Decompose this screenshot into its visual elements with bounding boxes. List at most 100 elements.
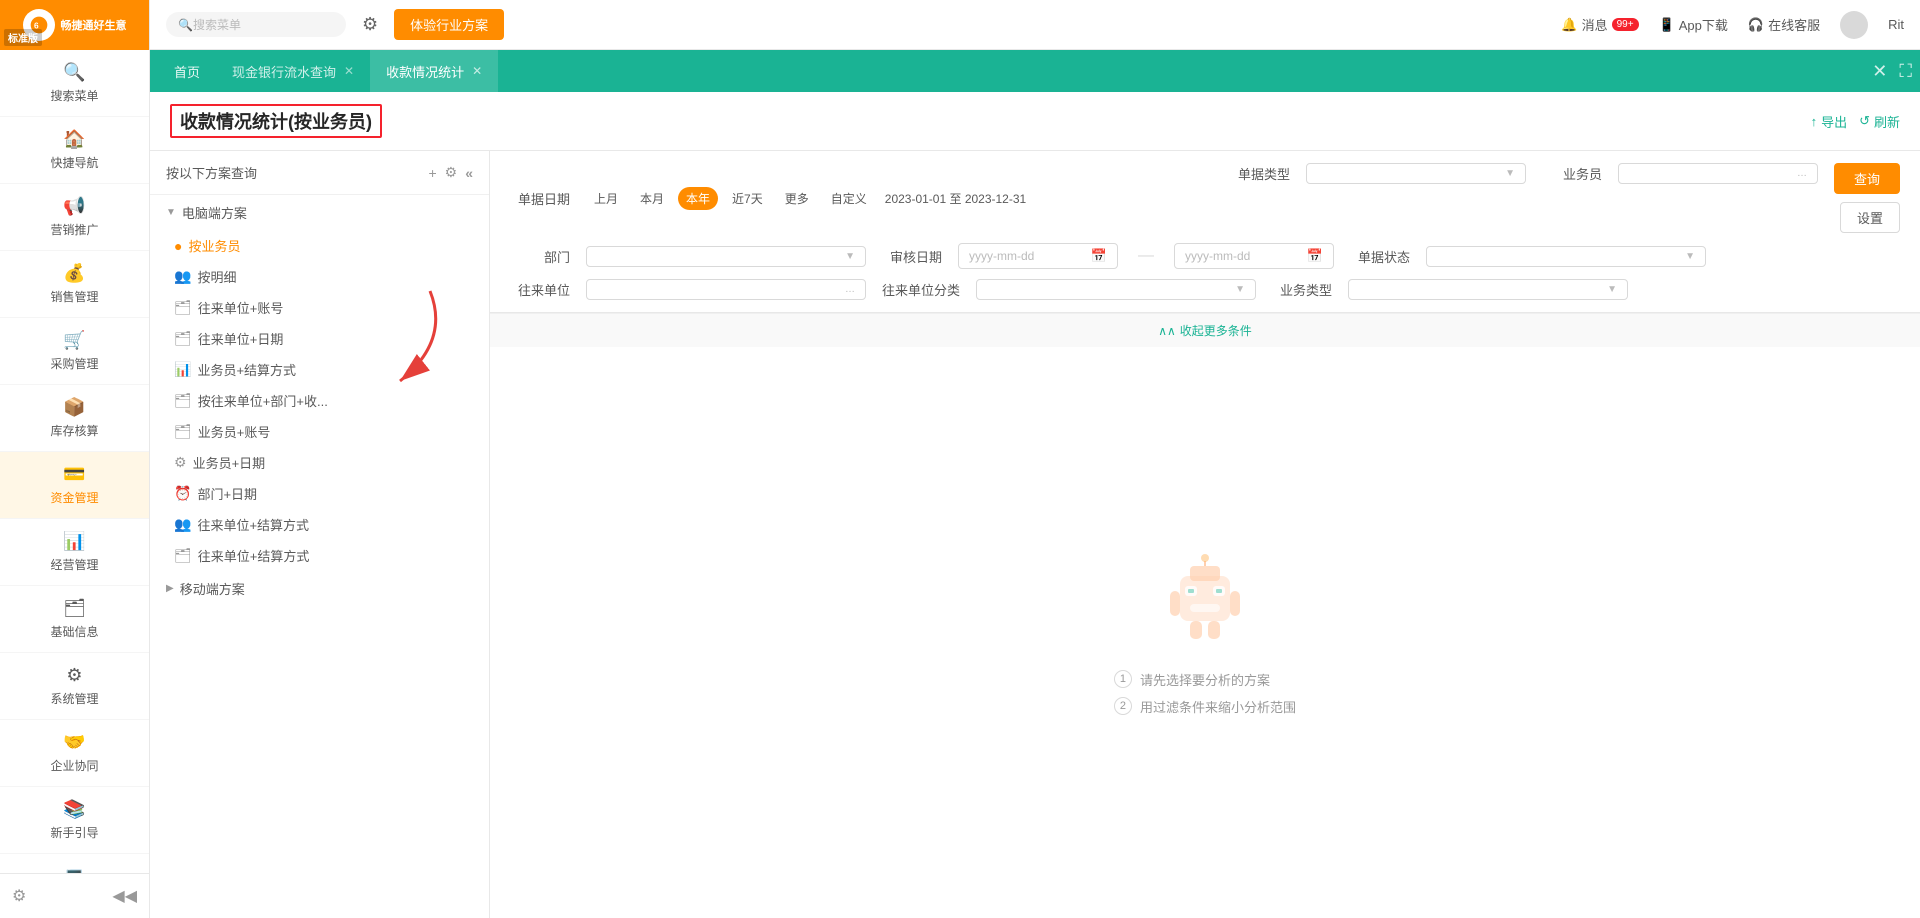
collapse-bar[interactable]: ∧∧ 收起更多条件: [490, 313, 1920, 347]
detail-icon: 👥: [174, 268, 191, 285]
scheme-item-salesperson-date[interactable]: ⚙ 业务员+日期: [150, 447, 489, 478]
scheme-item-salesperson-settle[interactable]: 📊 业务员+结算方式: [150, 354, 489, 385]
settings-btn[interactable]: 设置: [1840, 202, 1900, 233]
review-date-end[interactable]: yyyy-mm-dd 📅: [1174, 243, 1334, 269]
empty-step-1: 1 请先选择要分析的方案: [1114, 666, 1296, 693]
sidebar-item-quicknav[interactable]: 🏠 快捷导航: [0, 117, 149, 184]
status-select[interactable]: ▼: [1426, 246, 1706, 267]
scheme-item-partner-account[interactable]: 🗂 往来单位+账号: [150, 292, 489, 323]
sidebar-item-system[interactable]: ⚙ 系统管理: [0, 653, 149, 720]
user-avatar[interactable]: [1840, 11, 1868, 39]
calendar-icon-2: 📅: [1307, 248, 1323, 264]
trial-btn[interactable]: 体验行业方案: [394, 9, 504, 40]
sidebar-item-finance[interactable]: 💳 资金管理: [0, 452, 149, 519]
scheme-add-btn[interactable]: +: [428, 165, 436, 181]
online-service-btn[interactable]: 🎧 在线客服: [1748, 15, 1820, 34]
desktop-scheme-label: 电脑端方案: [182, 203, 247, 222]
date-dash: —: [1134, 247, 1158, 265]
date-tab-more[interactable]: 更多: [777, 187, 817, 210]
sidebar-collapse-btn[interactable]: ◀◀: [112, 886, 137, 906]
topbar-search-bar[interactable]: 🔍 搜索菜单: [166, 12, 346, 37]
date-label: 单据日期: [510, 189, 570, 208]
mobile-scheme-header[interactable]: ▶ 移动端方案: [150, 571, 489, 606]
sidebar-item-inventory[interactable]: 📦 库存核算: [0, 385, 149, 452]
scheme-item-partner-date[interactable]: 🗂 往来单位+日期: [150, 323, 489, 354]
partner-label: 往来单位: [510, 280, 570, 299]
date-tab-last-month[interactable]: 上月: [586, 187, 626, 210]
sidebar-item-inventory-label: 库存核算: [50, 422, 98, 439]
scheme-item-partner-dept[interactable]: 🗂 按往来单位+部门+收...: [150, 385, 489, 416]
scheme-item-partner-settle1-label: 往来单位+结算方式: [197, 515, 309, 534]
tab-receipts-label: 收款情况统计: [386, 62, 464, 81]
tab-receipts-close[interactable]: ✕: [472, 64, 482, 78]
tab-home[interactable]: 首页: [158, 62, 216, 81]
sidebar-item-sales[interactable]: 💰 销售管理: [0, 251, 149, 318]
scheme-collapse-btn[interactable]: «: [465, 165, 473, 181]
partner-select[interactable]: …: [586, 279, 866, 300]
page-title: 收款情况统计(按业务员): [170, 104, 382, 138]
topbar-right: 🔔 消息 99+ 📱 App下载 🎧 在线客服 Rit: [1561, 11, 1904, 39]
date-tab-this-month[interactable]: 本月: [632, 187, 672, 210]
sidebar-item-search[interactable]: 🔍 搜索菜单: [0, 50, 149, 117]
salesperson-chevron: …: [1797, 168, 1807, 179]
topbar: 🔍 搜索菜单 ⚙ 体验行业方案 🔔 消息 99+ 📱 App下载 🎧 在线客服 …: [150, 0, 1920, 50]
sidebar-settings-btn[interactable]: ⚙: [12, 886, 26, 906]
status-label: 单据状态: [1350, 247, 1410, 266]
scheme-item-salesperson-label: 按业务员: [188, 236, 240, 255]
category-select[interactable]: ▼: [1306, 163, 1526, 184]
sidebar-item-marketing[interactable]: 📢 营销推广: [0, 184, 149, 251]
tab-window-close-btn[interactable]: ✕: [1872, 61, 1887, 82]
scheme-item-dept-date[interactable]: ⏰ 部门+日期: [150, 478, 489, 509]
partner-category-chevron: ▼: [1235, 284, 1245, 295]
scheme-item-salesperson[interactable]: ● 按业务员: [150, 230, 489, 261]
export-icon: ↑: [1811, 114, 1818, 129]
review-date-start[interactable]: yyyy-mm-dd 📅: [958, 243, 1118, 269]
tab-cashflow[interactable]: 现金银行流水查询 ✕: [216, 50, 370, 92]
sidebar-item-hardware[interactable]: 💻 智能硬件: [0, 854, 149, 873]
calendar-icon-1: 📅: [1091, 248, 1107, 264]
scheme-panel: 按以下方案查询 + ⚙ « ▼ 电脑端方案 ● 按业务员: [150, 151, 490, 918]
mobile-scheme-label: 移动端方案: [180, 579, 245, 598]
scheme-item-partner-settle2[interactable]: 🗂 往来单位+结算方式: [150, 540, 489, 571]
app-download-btn[interactable]: 📱 App下载: [1659, 15, 1728, 34]
salesperson-select[interactable]: …: [1618, 163, 1818, 184]
sidebar-item-basic[interactable]: 🗂 基础信息: [0, 586, 149, 653]
sidebar-item-purchase[interactable]: 🛒 采购管理: [0, 318, 149, 385]
sidebar-logo: 6 畅捷通好生意 标准版: [0, 0, 149, 50]
tab-receipts[interactable]: 收款情况统计 ✕: [370, 50, 498, 92]
bell-icon: 🔔: [1561, 17, 1577, 33]
user-name: Rit: [1888, 17, 1904, 32]
desktop-scheme-header[interactable]: ▼ 电脑端方案: [150, 195, 489, 230]
biz-type-select[interactable]: ▼: [1348, 279, 1628, 300]
partner-settle1-icon: 👥: [174, 516, 191, 533]
sidebar-item-search-label: 搜索菜单: [50, 87, 98, 104]
tab-maximize-btn[interactable]: ⛶: [1899, 61, 1912, 82]
sidebar-item-collab[interactable]: 🤝 企业协同: [0, 720, 149, 787]
date-tab-this-year[interactable]: 本年: [678, 187, 718, 210]
query-btn[interactable]: 查询: [1834, 163, 1900, 194]
sidebar-item-finance-label: 资金管理: [50, 489, 98, 506]
purchase-icon: 🛒: [63, 330, 85, 351]
scheme-actions: + ⚙ «: [428, 164, 473, 181]
tab-cashflow-close[interactable]: ✕: [344, 64, 354, 78]
scheme-item-partner-settle2-label: 往来单位+结算方式: [198, 546, 310, 565]
action-buttons: 查询 设置: [1834, 163, 1900, 233]
dept-select[interactable]: ▼: [586, 246, 866, 267]
export-btn[interactable]: ↑ 导出: [1811, 112, 1848, 131]
biz-type-chevron: ▼: [1607, 284, 1617, 295]
dept-label: 部门: [510, 247, 570, 266]
date-tab-custom[interactable]: 自定义: [823, 187, 875, 210]
partner-date-icon: 🗂: [174, 330, 192, 347]
scheme-item-partner-settle1[interactable]: 👥 往来单位+结算方式: [150, 509, 489, 540]
sidebar-item-ops[interactable]: 📊 经营管理: [0, 519, 149, 586]
date-tab-7days[interactable]: 近7天: [724, 187, 771, 210]
scheme-item-salesperson-date-label: 业务员+日期: [193, 453, 266, 472]
topbar-gear-icon[interactable]: ⚙: [362, 14, 378, 35]
refresh-btn[interactable]: ↺ 刷新: [1859, 112, 1900, 131]
sidebar-item-guide[interactable]: 📚 新手引导: [0, 787, 149, 854]
partner-category-select[interactable]: ▼: [976, 279, 1256, 300]
messages-btn[interactable]: 🔔 消息 99+: [1561, 15, 1638, 34]
scheme-settings-btn[interactable]: ⚙: [445, 164, 458, 181]
scheme-item-detail[interactable]: 👥 按明细: [150, 261, 489, 292]
scheme-item-salesperson-account[interactable]: 🗂 业务员+账号: [150, 416, 489, 447]
